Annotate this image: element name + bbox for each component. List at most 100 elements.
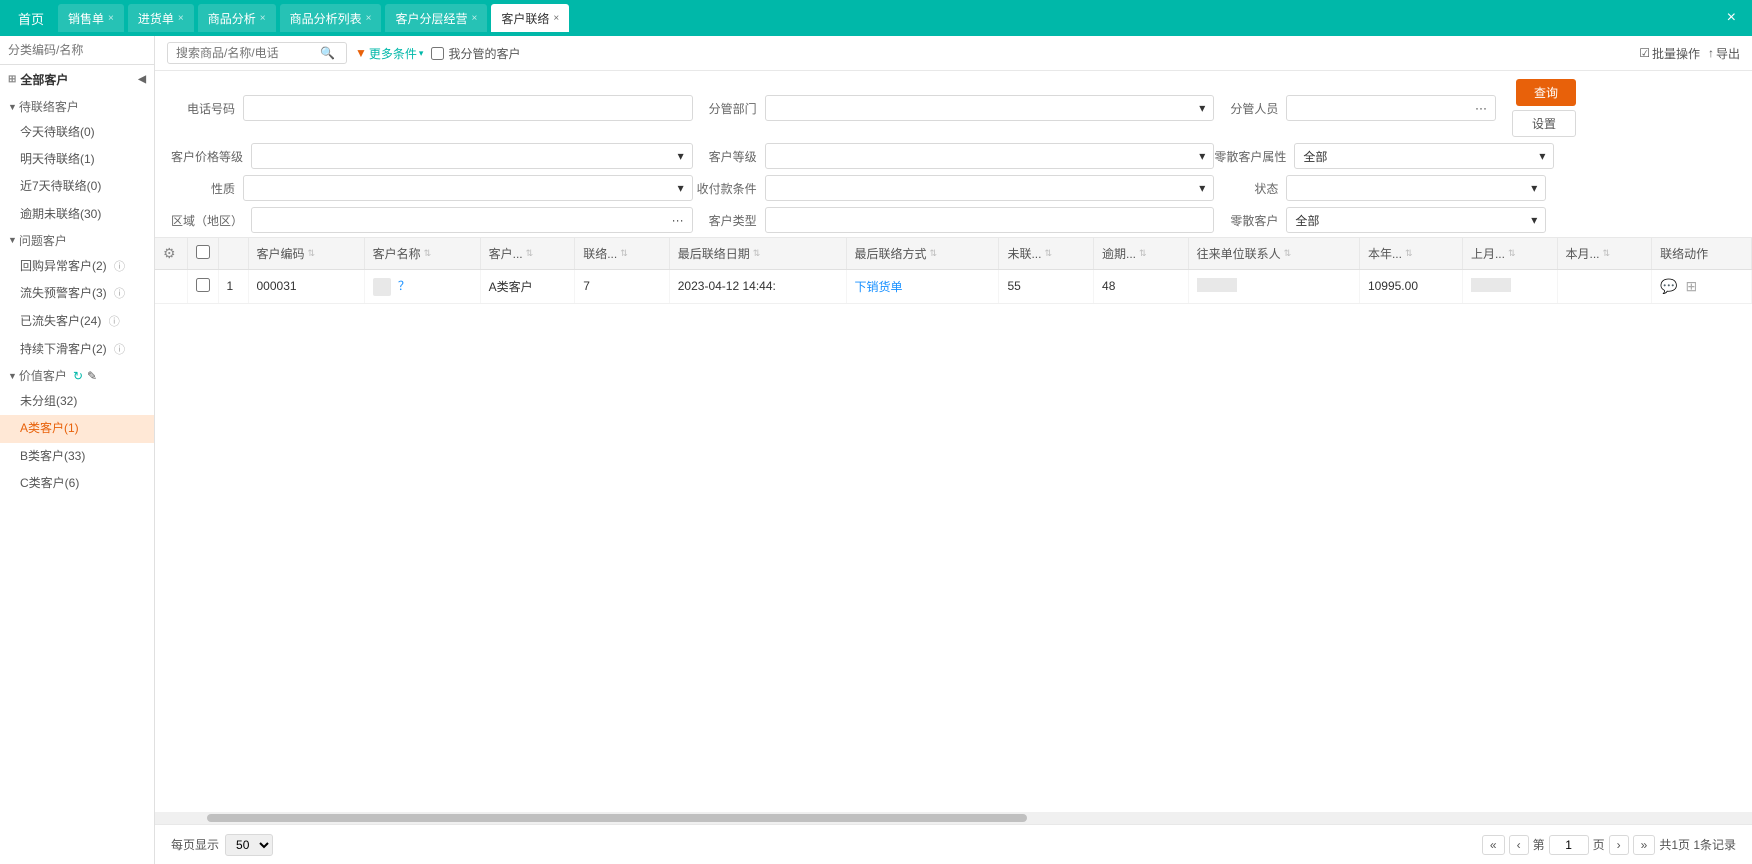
setting-button[interactable]: 设置 (1512, 110, 1576, 137)
sidebar-problem-customers-group[interactable]: ▼ 问题客户 (0, 228, 154, 253)
retail-input[interactable]: 全部 ▾ (1286, 207, 1546, 233)
td-last-method: 下销货单 (846, 270, 999, 304)
retail-attr-input[interactable]: 全部 ▾ (1294, 143, 1554, 169)
tab-purchase-order-close[interactable]: × (178, 13, 184, 24)
message-action-icon[interactable]: 💬 (1660, 278, 1677, 295)
info-icon-3: ⓘ (109, 316, 120, 328)
tab-customer-segment-close[interactable]: × (471, 13, 477, 24)
price-level-arrow: ▾ (678, 149, 684, 163)
sidebar-item-b-class[interactable]: B类客户(33) (0, 443, 154, 470)
payment-input[interactable]: ▾ (765, 175, 1215, 201)
sidebar-value-customers-group[interactable]: ▼ 价值客户 ↻ ✎ (0, 363, 154, 388)
col-sort-this-year[interactable]: ⇅ (1405, 248, 1413, 259)
batch-op-label: 批量操作 (1652, 45, 1700, 62)
tab-sales-order[interactable]: 销售单 × (58, 4, 124, 32)
tab-sales-order-label: 销售单 (68, 10, 104, 27)
price-level-input[interactable]: ▾ (251, 143, 693, 169)
sidebar-collapse-icon[interactable]: ◀ (138, 74, 146, 85)
row-last-method[interactable]: 下销货单 (855, 280, 903, 294)
tab-customer-contact-close[interactable]: × (553, 13, 559, 24)
dept-label: 分管部门 (693, 100, 765, 117)
col-sort-last-method[interactable]: ⇅ (930, 248, 938, 259)
value-arrow-icon: ▼ (8, 371, 17, 381)
col-sort-contact[interactable]: ⇅ (620, 248, 628, 259)
page-label: 第 (1533, 836, 1545, 853)
filter-search-input[interactable] (176, 46, 316, 60)
row-contact: 7 (583, 279, 590, 293)
close-all-tabs[interactable]: × (1719, 9, 1744, 27)
qr-action-icon[interactable]: ⊞ (1686, 278, 1698, 295)
col-sort-type[interactable]: ⇅ (526, 248, 534, 259)
select-all-checkbox[interactable] (196, 245, 210, 259)
top-navigation: 首页 销售单 × 进货单 × 商品分析 × 商品分析列表 × 客户分层经营 × … (0, 0, 1752, 36)
export-btn[interactable]: ↑ 导出 (1708, 45, 1740, 62)
export-label: 导出 (1716, 45, 1740, 62)
person-input[interactable]: ··· (1286, 95, 1496, 121)
th-last-date-label: 最后联络日期 (678, 245, 750, 262)
nav-home[interactable]: 首页 (8, 5, 54, 32)
tab-sales-order-close[interactable]: × (108, 13, 114, 24)
sidebar-item-today[interactable]: 今天待联络(0) (0, 119, 154, 146)
edit-group-icon[interactable]: ✎ (87, 369, 97, 383)
col-sort-this-month[interactable]: ⇅ (1603, 248, 1611, 259)
sidebar-item-a-class[interactable]: A类客户(1) (0, 415, 154, 442)
cust-type-input[interactable] (765, 207, 1215, 233)
first-page-btn[interactable]: « (1482, 835, 1505, 855)
sidebar-pending-contact-group[interactable]: ▼ 待联络客户 (0, 94, 154, 119)
refresh-icon[interactable]: ↻ (73, 369, 83, 383)
prev-page-btn[interactable]: ‹ (1509, 835, 1529, 855)
td-gear (155, 270, 187, 304)
tab-product-list[interactable]: 商品分析列表 × (280, 4, 382, 32)
col-sort-no-contact[interactable]: ⇅ (1044, 248, 1052, 259)
sidebar-item-c-class[interactable]: C类客户(6) (0, 470, 154, 497)
last-page-btn[interactable]: » (1633, 835, 1656, 855)
tab-product-list-close[interactable]: × (366, 13, 372, 24)
horizontal-scrollbar[interactable] (155, 812, 1752, 824)
problem-customers-label: 问题客户 (19, 232, 67, 249)
tab-purchase-order[interactable]: 进货单 × (128, 4, 194, 32)
sidebar-item-overdue[interactable]: 逾期未联络(30) (0, 201, 154, 228)
th-this-month: 本月... ⇅ (1557, 238, 1652, 270)
sidebar-item-loss-warning[interactable]: 流失预警客户(3) ⓘ (0, 280, 154, 308)
nature-input[interactable]: ▾ (243, 175, 693, 201)
next-page-btn[interactable]: › (1609, 835, 1629, 855)
tab-customer-contact[interactable]: 客户联络 × (491, 4, 569, 32)
dept-input[interactable]: ▾ (765, 95, 1215, 121)
sidebar-search-input[interactable] (8, 43, 155, 57)
col-sort-name[interactable]: ⇅ (424, 248, 432, 259)
col-sort-unit-contact[interactable]: ⇅ (1284, 248, 1292, 259)
filter-search-icon[interactable]: 🔍 (320, 46, 335, 60)
sidebar-item-ungrouped[interactable]: 未分组(32) (0, 388, 154, 415)
th-name: 客户名称 ⇅ (364, 238, 480, 270)
query-button[interactable]: 查询 (1516, 79, 1576, 106)
level-input[interactable]: ▾ (765, 143, 1215, 169)
page-size-select[interactable]: 50 (225, 834, 273, 856)
sidebar-item-7days[interactable]: 近7天待联络(0) (0, 173, 154, 200)
tab-product-analysis-close[interactable]: × (260, 13, 266, 24)
my-customers-checkbox[interactable] (431, 47, 444, 60)
table-gear-icon[interactable]: ⚙ (163, 245, 176, 261)
filter-more-conditions[interactable]: ▼ 更多条件 ▾ (355, 45, 423, 62)
sidebar-item-lost[interactable]: 已流失客户(24) ⓘ (0, 308, 154, 336)
table-scroll[interactable]: ⚙ 客户编码 ⇅ (155, 238, 1752, 812)
scrollbar-thumb[interactable] (207, 814, 1027, 822)
col-sort-last-month[interactable]: ⇅ (1508, 248, 1516, 259)
status-input[interactable]: ▾ (1286, 175, 1546, 201)
batch-op-btn[interactable]: ☑ 批量操作 (1639, 45, 1700, 62)
tab-customer-segment[interactable]: 客户分层经营 × (385, 4, 487, 32)
filter-bar: 🔍 ▼ 更多条件 ▾ 我分管的客户 ☑ 批量操作 ↑ 导出 (155, 36, 1752, 71)
col-sort-overdue[interactable]: ⇅ (1139, 248, 1147, 259)
sidebar-item-tomorrow[interactable]: 明天待联络(1) (0, 146, 154, 173)
row-checkbox[interactable] (196, 278, 210, 292)
row-name[interactable]: ？ (398, 279, 410, 293)
filter-icon: ▼ (355, 46, 367, 60)
page-number-input[interactable] (1549, 835, 1589, 855)
sidebar-item-repurchase-abnormal[interactable]: 回购异常客户(2) ⓘ (0, 253, 154, 281)
col-sort-code[interactable]: ⇅ (308, 248, 316, 259)
area-input[interactable]: ··· (251, 207, 693, 233)
tab-product-analysis[interactable]: 商品分析 × (198, 4, 276, 32)
sidebar-all-customers[interactable]: ⊞ 全部客户 ◀ (0, 65, 154, 94)
col-sort-last-date[interactable]: ⇅ (753, 248, 761, 259)
phone-input[interactable] (243, 95, 693, 121)
sidebar-item-declining[interactable]: 持续下滑客户(2) ⓘ (0, 336, 154, 364)
